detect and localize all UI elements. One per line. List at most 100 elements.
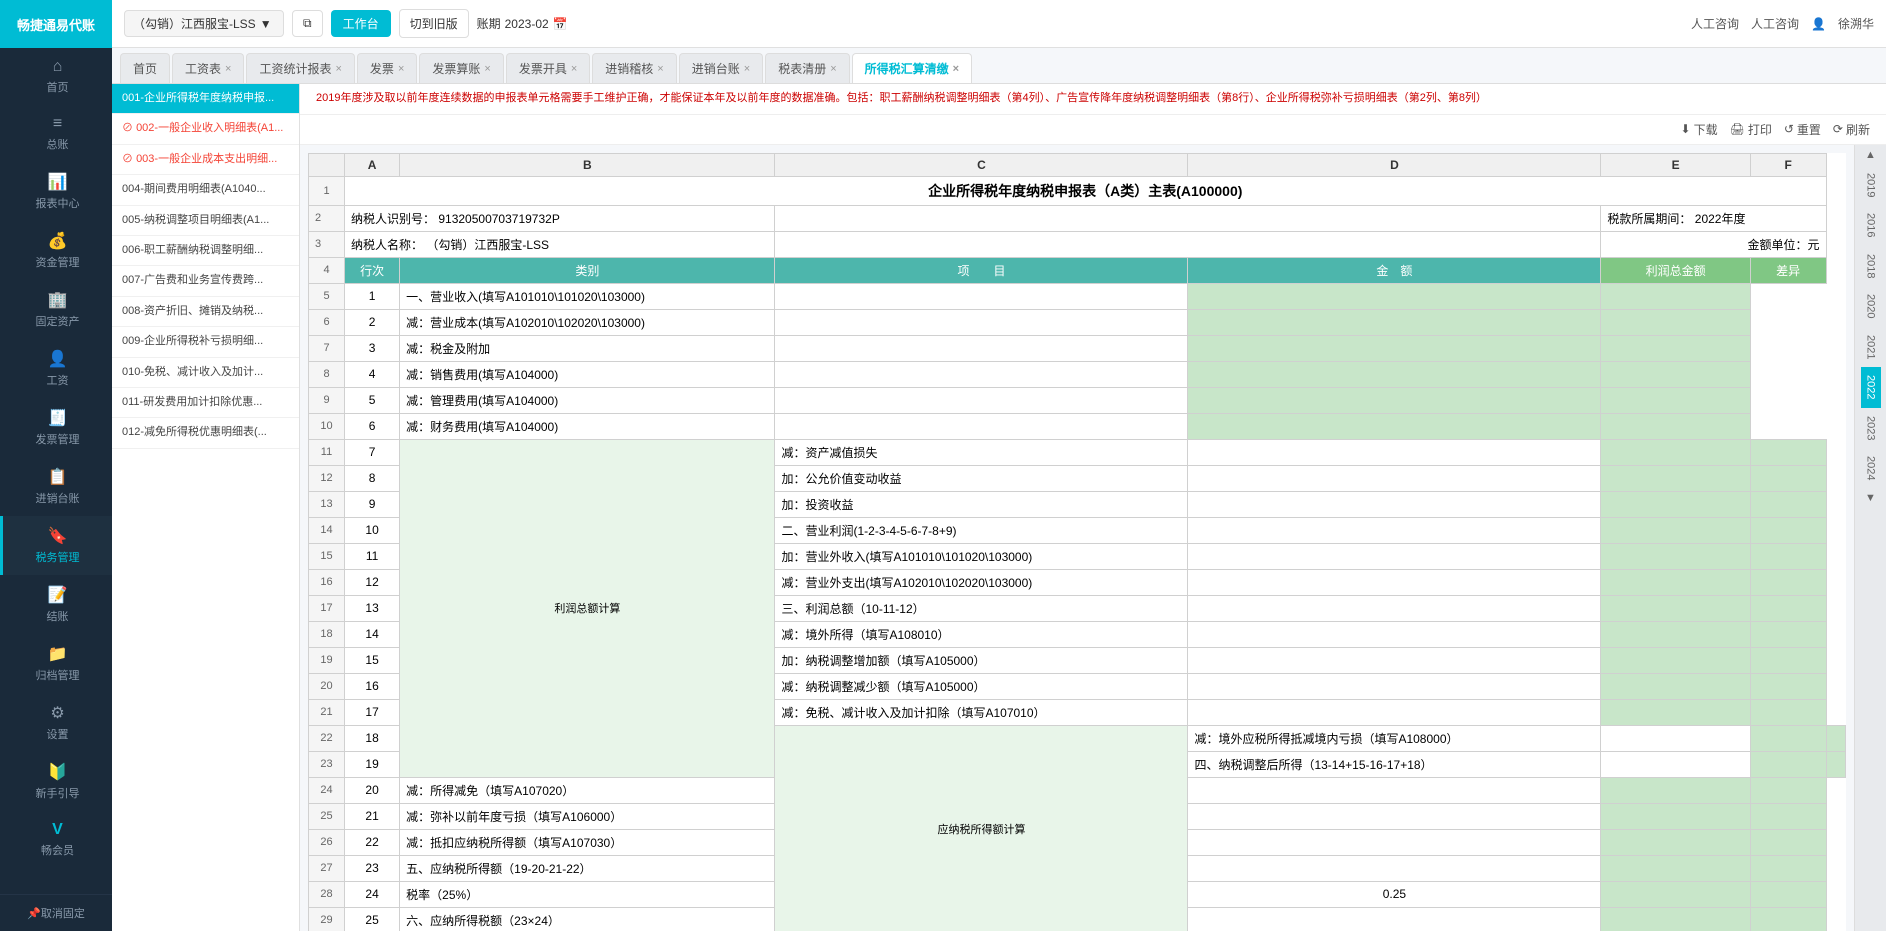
- tab-close-icon[interactable]: ×: [484, 63, 490, 75]
- switch-old-button[interactable]: 切到旧版: [399, 9, 469, 38]
- amount-cell[interactable]: [1188, 439, 1601, 465]
- profit-cell[interactable]: [1601, 673, 1750, 699]
- tab-salary[interactable]: 工资表 ×: [172, 53, 244, 83]
- item-cell[interactable]: 五、应纳税所得额（19-20-21-22）: [400, 855, 775, 881]
- tab-salary-stats[interactable]: 工资统计报表 ×: [246, 53, 354, 83]
- left-panel-item-004[interactable]: 004-期间费用明细表(A1040...: [112, 175, 299, 205]
- tab-close-icon[interactable]: ×: [953, 63, 959, 75]
- sidebar-item-ledger[interactable]: ≡ 总账: [0, 105, 112, 162]
- profit-cell[interactable]: [1601, 543, 1750, 569]
- workbench-button[interactable]: 工作台: [331, 10, 391, 37]
- sidebar-item-home[interactable]: ⌂ 首页: [0, 48, 112, 105]
- amount-cell[interactable]: [1601, 725, 1750, 751]
- company-selector[interactable]: （勾销）江西服宝-LSS ▼: [124, 10, 284, 37]
- sidebar-item-reports[interactable]: 📊 报表中心: [0, 162, 112, 221]
- year-2016[interactable]: 2016: [1861, 205, 1881, 245]
- sidebar-item-sales-ledger[interactable]: 📋 进销台账: [0, 457, 112, 516]
- diff-cell[interactable]: [1601, 413, 1750, 439]
- amount-cell[interactable]: [1188, 595, 1601, 621]
- diff-cell[interactable]: [1750, 907, 1826, 931]
- profit-cell[interactable]: [1188, 283, 1601, 309]
- profit-cell[interactable]: [1601, 881, 1750, 907]
- diff-cell[interactable]: [1750, 543, 1826, 569]
- year-2018[interactable]: 2018: [1861, 246, 1881, 286]
- amount-cell[interactable]: [775, 335, 1188, 361]
- diff-cell[interactable]: [1750, 777, 1826, 803]
- diff-cell[interactable]: [1750, 829, 1826, 855]
- item-cell[interactable]: 四、纳税调整后所得（13-14+15-16-17+18）: [1188, 751, 1601, 777]
- amount-cell[interactable]: [775, 283, 1188, 309]
- left-panel-item-012[interactable]: 012-减免所得税优惠明细表(...: [112, 418, 299, 448]
- item-cell[interactable]: 减：抵扣应纳税所得额（填写A107030）: [400, 829, 775, 855]
- item-cell[interactable]: 减：税金及附加: [400, 335, 775, 361]
- diff-cell[interactable]: [1750, 595, 1826, 621]
- reset-button[interactable]: ↺ 重置: [1784, 121, 1821, 138]
- left-panel-item-005[interactable]: 005-纳税调整项目明细表(A1...: [112, 206, 299, 236]
- profit-cell[interactable]: [1188, 387, 1601, 413]
- tab-audit[interactable]: 进销稽核 ×: [592, 53, 676, 83]
- profit-cell[interactable]: [1601, 777, 1750, 803]
- profit-cell[interactable]: [1601, 569, 1750, 595]
- left-panel-item-001[interactable]: 001-企业所得税年度纳税申报...: [112, 84, 299, 114]
- refresh-button[interactable]: ⟳ 刷新: [1833, 121, 1870, 138]
- left-panel-item-006[interactable]: 006-职工薪酬纳税调整明细...: [112, 236, 299, 266]
- year-2024[interactable]: 2024: [1861, 448, 1881, 488]
- sidebar-item-tax[interactable]: 🔖 税务管理: [0, 516, 112, 575]
- item-cell[interactable]: 减：所得减免（填写A107020）: [400, 777, 775, 803]
- diff-cell[interactable]: [1750, 647, 1826, 673]
- item-cell[interactable]: 加：营业外收入(填写A101010\101020\103000): [775, 543, 1188, 569]
- left-panel-item-008[interactable]: 008-资产折旧、摊销及纳税...: [112, 297, 299, 327]
- item-cell[interactable]: 税率（25%）: [400, 881, 775, 907]
- tab-invoice-calc[interactable]: 发票算账 ×: [419, 53, 503, 83]
- diff-cell[interactable]: [1601, 335, 1750, 361]
- amount-cell[interactable]: [1188, 673, 1601, 699]
- profit-cell[interactable]: [1601, 907, 1750, 931]
- amount-cell[interactable]: [1188, 699, 1601, 725]
- amount-cell[interactable]: [1188, 569, 1601, 595]
- sidebar-item-salary[interactable]: 👤 工资: [0, 339, 112, 398]
- tab-tax-list[interactable]: 税表清册 ×: [765, 53, 849, 83]
- item-cell[interactable]: 减：销售费用(填写A104000): [400, 361, 775, 387]
- tab-close-icon[interactable]: ×: [571, 63, 577, 75]
- diff-cell[interactable]: [1750, 803, 1826, 829]
- profit-cell[interactable]: [1601, 439, 1750, 465]
- year-nav-down[interactable]: ▼: [1861, 488, 1880, 508]
- item-cell[interactable]: 减：财务费用(填写A104000): [400, 413, 775, 439]
- item-cell[interactable]: 减：营业外支出(填写A102010\102020\103000): [775, 569, 1188, 595]
- left-panel-item-010[interactable]: 010-免税、减计收入及加计...: [112, 358, 299, 388]
- diff-cell[interactable]: [1601, 309, 1750, 335]
- diff-cell[interactable]: [1601, 283, 1750, 309]
- profit-cell[interactable]: [1750, 751, 1826, 777]
- diff-cell[interactable]: [1601, 387, 1750, 413]
- tab-close-icon[interactable]: ×: [225, 63, 231, 75]
- amount-cell[interactable]: [1188, 621, 1601, 647]
- tab-home[interactable]: 首页: [120, 53, 170, 83]
- left-panel-item-007[interactable]: 007-广告费和业务宣传费跨...: [112, 266, 299, 296]
- item-cell[interactable]: 三、利润总额（10-11-12）: [775, 595, 1188, 621]
- item-cell[interactable]: 加：纳税调整增加额（填写A105000）: [775, 647, 1188, 673]
- item-cell[interactable]: 减：弥补以前年度亏损（填写A106000）: [400, 803, 775, 829]
- year-2019[interactable]: 2019: [1861, 165, 1881, 205]
- diff-cell[interactable]: [1750, 491, 1826, 517]
- item-cell[interactable]: 六、应纳所得税额（23×24）: [400, 907, 775, 931]
- tab-invoice-issue[interactable]: 发票开具 ×: [506, 53, 590, 83]
- item-cell[interactable]: 减：营业成本(填写A102010\102020\103000): [400, 309, 775, 335]
- amount-cell[interactable]: [1188, 803, 1601, 829]
- profit-cell[interactable]: [1188, 309, 1601, 335]
- profit-cell[interactable]: [1188, 335, 1601, 361]
- diff-cell[interactable]: [1601, 361, 1750, 387]
- tab-close-icon[interactable]: ×: [830, 63, 836, 75]
- diff-cell[interactable]: [1750, 465, 1826, 491]
- year-2022[interactable]: 2022: [1861, 367, 1881, 407]
- profit-cell[interactable]: [1601, 803, 1750, 829]
- profit-cell[interactable]: [1188, 413, 1601, 439]
- sidebar-item-archive[interactable]: 📁 归档管理: [0, 634, 112, 693]
- diff-cell[interactable]: [1750, 439, 1826, 465]
- year-2023[interactable]: 2023: [1861, 408, 1881, 448]
- sidebar-item-invoices[interactable]: 🧾 发票管理: [0, 398, 112, 457]
- amount-cell[interactable]: [775, 309, 1188, 335]
- tab-income-tax[interactable]: 所得税汇算清缴 ×: [852, 53, 972, 83]
- year-nav-up[interactable]: ▲: [1861, 145, 1880, 165]
- amount-cell[interactable]: [1188, 517, 1601, 543]
- diff-cell[interactable]: [1826, 725, 1845, 751]
